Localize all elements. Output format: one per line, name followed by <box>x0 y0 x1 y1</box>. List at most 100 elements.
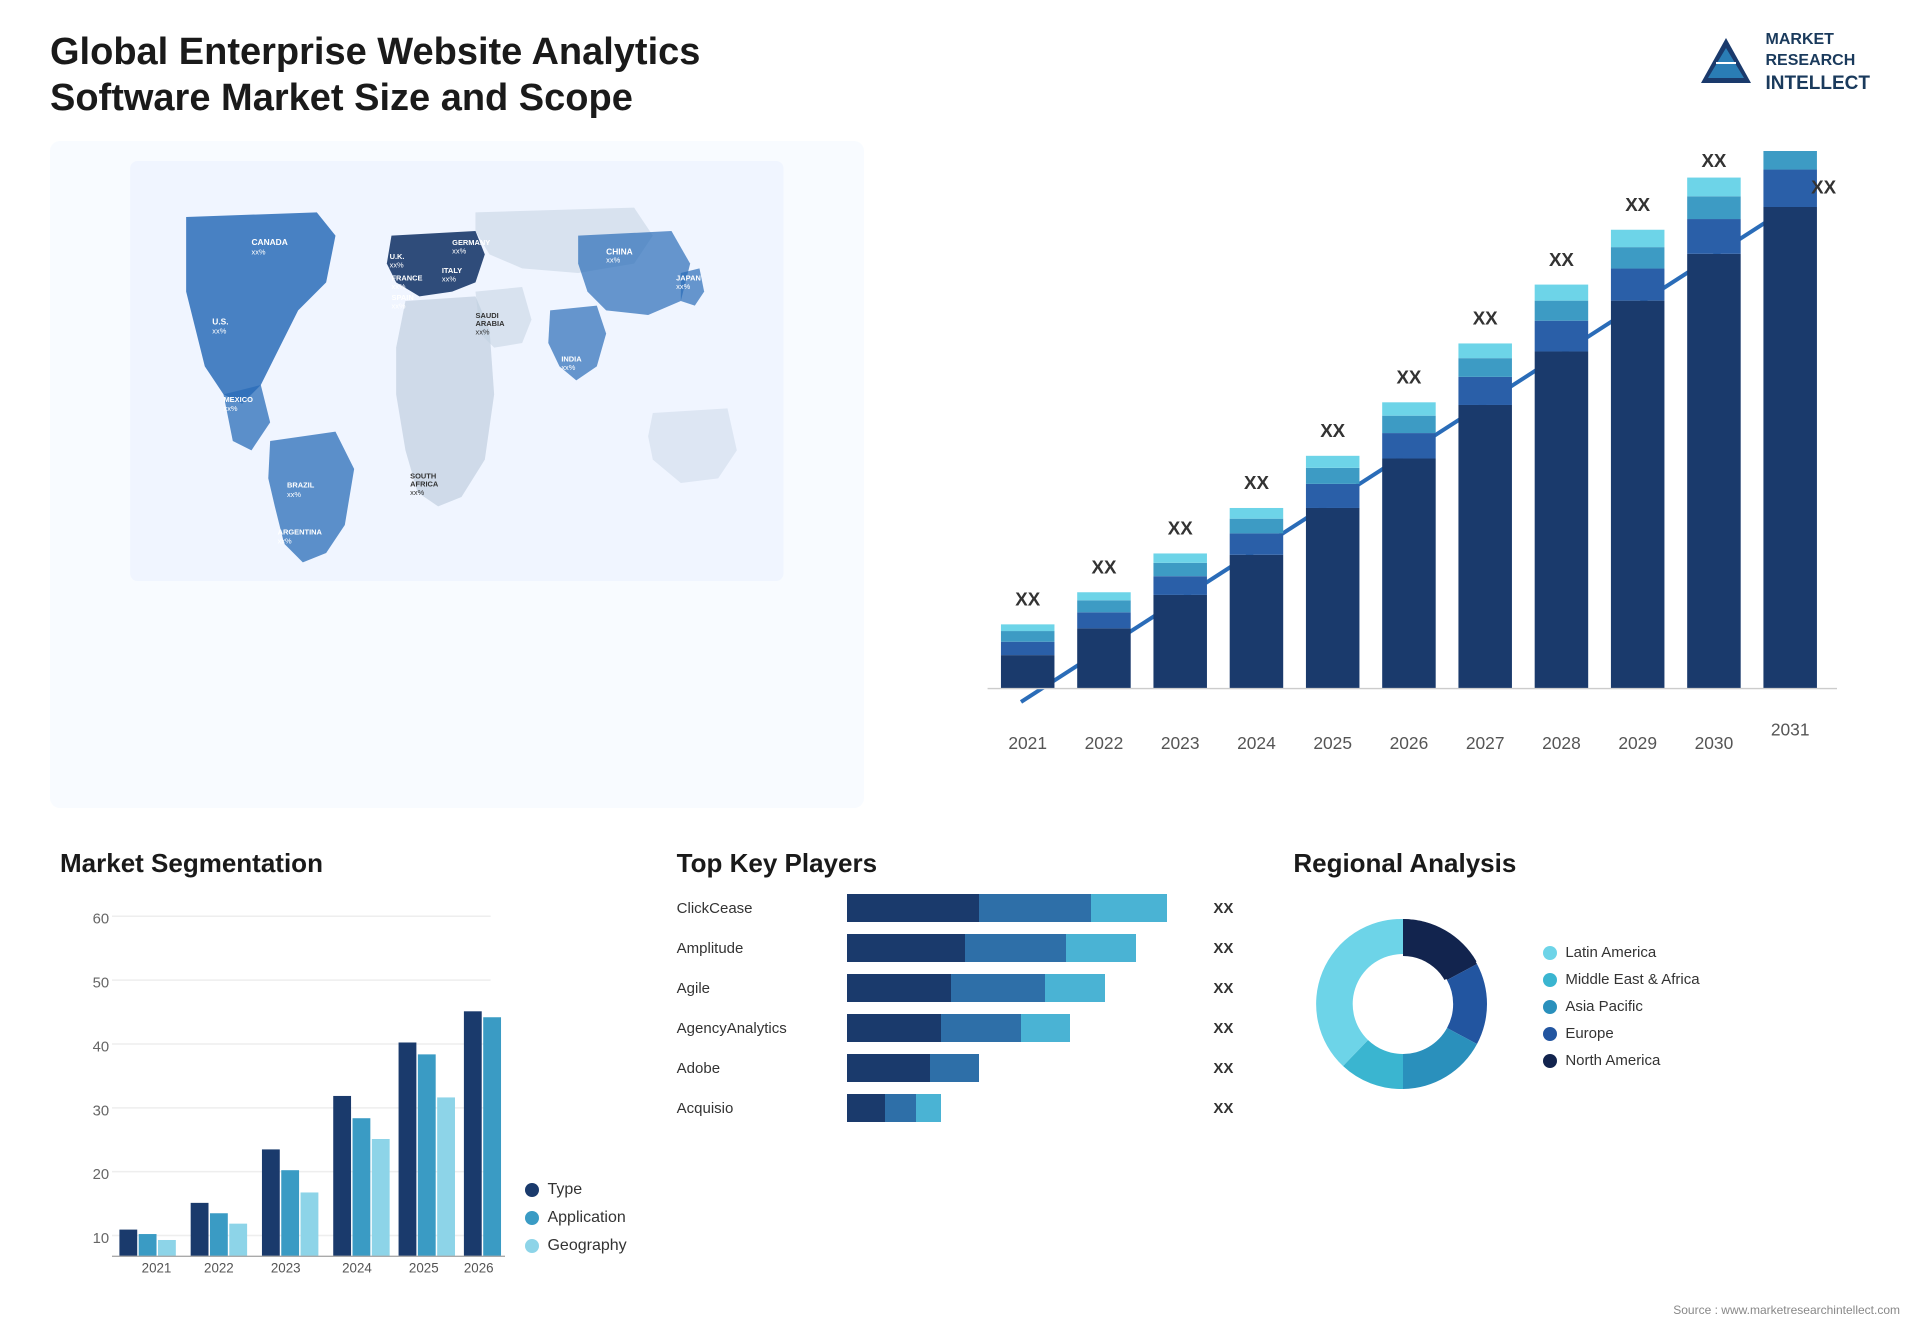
bar-seg2 <box>965 934 1066 962</box>
player-row: ClickCease XX <box>677 894 1244 922</box>
player-bar <box>847 1094 1196 1122</box>
player-row: Adobe XX <box>677 1054 1244 1082</box>
svg-text:2023: 2023 <box>1160 733 1199 753</box>
svg-text:XX: XX <box>1549 249 1574 270</box>
svg-text:xx%: xx% <box>606 256 620 265</box>
north-america-dot <box>1543 1054 1557 1068</box>
svg-text:2022: 2022 <box>204 1261 234 1276</box>
bar-seg1 <box>847 1094 885 1122</box>
svg-text:2028: 2028 <box>1542 733 1581 753</box>
svg-text:xx%: xx% <box>452 247 466 256</box>
svg-text:XX: XX <box>1091 557 1116 578</box>
svg-text:xx%: xx% <box>410 488 424 497</box>
legend-europe: Europe <box>1543 1025 1699 1042</box>
player-name: Amplitude <box>677 940 837 957</box>
header: Global Enterprise Website Analytics Soft… <box>50 30 1870 121</box>
svg-text:XX: XX <box>1811 177 1836 198</box>
source-text: Source : www.marketresearchintellect.com <box>1673 1303 1900 1317</box>
logo-box: MARKET RESEARCH INTELLECT <box>1696 30 1871 96</box>
players-title: Top Key Players <box>677 848 1244 879</box>
player-bar <box>847 1054 1196 1082</box>
asia-pacific-dot <box>1543 1000 1557 1014</box>
player-value: XX <box>1213 940 1243 957</box>
svg-text:2026: 2026 <box>1389 733 1428 753</box>
svg-text:XX: XX <box>1625 194 1650 215</box>
legend-asia-pacific: Asia Pacific <box>1543 998 1699 1015</box>
player-name: Adobe <box>677 1060 837 1077</box>
svg-text:XX: XX <box>1396 367 1421 388</box>
bar-seg1 <box>847 1014 941 1042</box>
svg-text:2024: 2024 <box>1237 733 1276 753</box>
type-dot <box>525 1183 539 1197</box>
bar-seg3 <box>1045 974 1104 1002</box>
bar-seg1 <box>847 894 979 922</box>
player-name: ClickCease <box>677 900 837 917</box>
svg-text:30: 30 <box>93 1104 110 1120</box>
player-value: XX <box>1213 980 1243 997</box>
page-title: Global Enterprise Website Analytics Soft… <box>50 30 850 121</box>
svg-text:xx%: xx% <box>212 327 226 336</box>
svg-text:2021: 2021 <box>142 1261 172 1276</box>
geography-dot <box>525 1239 539 1253</box>
barchart-section: XX 2021 XX 2022 XX 2023 <box>894 141 1870 808</box>
bar-seg2 <box>930 1054 979 1082</box>
segmentation-title: Market Segmentation <box>60 848 627 879</box>
page-container: Global Enterprise Website Analytics Soft… <box>0 0 1920 1325</box>
player-bar <box>847 894 1196 922</box>
player-value: XX <box>1213 1020 1243 1037</box>
player-row: AgencyAnalytics XX <box>677 1014 1244 1042</box>
regional-content: Latin America Middle East & Africa Asia … <box>1293 894 1860 1119</box>
bar-seg1 <box>847 1054 931 1082</box>
svg-text:2023: 2023 <box>271 1261 301 1276</box>
bar-seg1 <box>847 934 966 962</box>
svg-text:XX: XX <box>1015 589 1040 610</box>
bar-seg2 <box>979 894 1091 922</box>
svg-text:xx%: xx% <box>287 490 301 499</box>
seg-chart-area: 60 50 40 30 20 10 <box>60 894 627 1285</box>
svg-text:ARGENTINA: ARGENTINA <box>278 528 323 537</box>
regional-section: Regional Analysis <box>1283 838 1870 1295</box>
logo-icon <box>1696 33 1756 93</box>
logo-text: MARKET RESEARCH INTELLECT <box>1766 30 1871 96</box>
player-name: Acquisio <box>677 1100 837 1117</box>
svg-text:xx%: xx% <box>251 248 265 257</box>
bar-seg3 <box>1066 934 1136 962</box>
player-row: Agile XX <box>677 974 1244 1002</box>
mea-dot <box>1543 973 1557 987</box>
svg-text:20: 20 <box>93 1167 110 1183</box>
player-value: XX <box>1213 1060 1243 1077</box>
svg-text:10: 10 <box>93 1231 110 1247</box>
svg-text:2024: 2024 <box>342 1261 372 1276</box>
legend-middle-east-africa: Middle East & Africa <box>1543 971 1699 988</box>
map-section: CANADA xx% U.S. xx% MEXICO xx% BRAZIL xx… <box>50 141 864 808</box>
svg-text:xx%: xx% <box>391 282 405 291</box>
player-row: Amplitude XX <box>677 934 1244 962</box>
bar-seg2 <box>941 1014 1021 1042</box>
application-label: Application <box>547 1209 625 1227</box>
svg-text:2025: 2025 <box>409 1261 439 1276</box>
legend-north-america: North America <box>1543 1052 1699 1069</box>
svg-text:BRAZIL: BRAZIL <box>287 481 315 490</box>
svg-text:50: 50 <box>93 976 110 992</box>
main-content: CANADA xx% U.S. xx% MEXICO xx% BRAZIL xx… <box>50 141 1870 1295</box>
player-name: AgencyAnalytics <box>677 1020 837 1037</box>
svg-text:2025: 2025 <box>1313 733 1352 753</box>
europe-dot <box>1543 1027 1557 1041</box>
asia-pacific-label: Asia Pacific <box>1565 998 1643 1015</box>
player-value: XX <box>1213 900 1243 917</box>
donut-svg <box>1293 894 1513 1114</box>
bar-seg2 <box>885 1094 916 1122</box>
player-name: Agile <box>677 980 837 997</box>
mea-label: Middle East & Africa <box>1565 971 1699 988</box>
seg-chart: 60 50 40 30 20 10 <box>60 894 505 1285</box>
svg-text:XX: XX <box>1167 518 1192 539</box>
application-dot <box>525 1211 539 1225</box>
latin-america-dot <box>1543 946 1557 960</box>
player-value: XX <box>1213 1100 1243 1117</box>
seg-chart-svg: 60 50 40 30 20 10 <box>60 894 505 1280</box>
legend-application: Application <box>525 1209 626 1227</box>
regional-legend: Latin America Middle East & Africa Asia … <box>1543 944 1699 1069</box>
svg-text:2031: 2031 <box>1770 720 1809 740</box>
type-label: Type <box>547 1181 582 1199</box>
player-row: Acquisio XX <box>677 1094 1244 1122</box>
